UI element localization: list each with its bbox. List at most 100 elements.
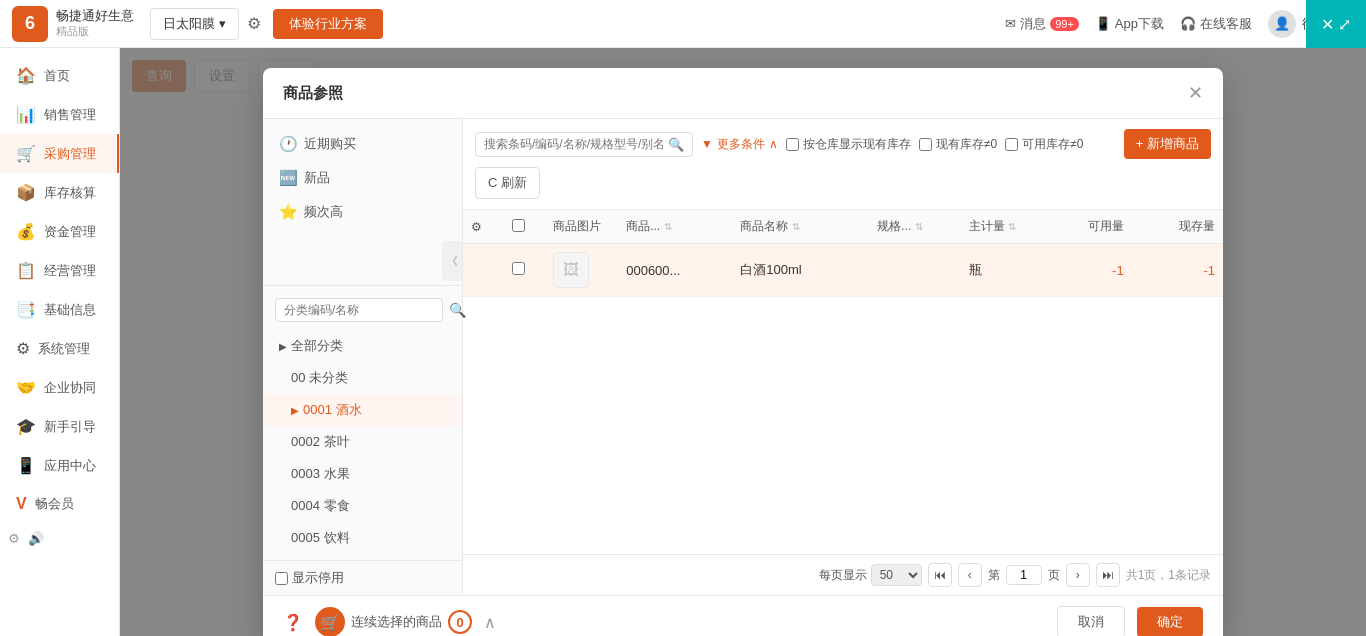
sidebar-item-enterprise[interactable]: 🤝 企业协同 — [0, 368, 119, 407]
filter-icon: ▼ — [701, 137, 713, 151]
th-spec[interactable]: 规格... ⇅ — [869, 210, 960, 244]
category-0003[interactable]: 0003 水果 — [263, 458, 462, 490]
th-stock: 现存量 — [1132, 210, 1223, 244]
guide-icon: 🎓 — [16, 417, 36, 436]
warehouse-checkbox[interactable] — [786, 138, 799, 151]
sidebar-item-basic[interactable]: 📑 基础信息 — [0, 290, 119, 329]
category-00-label: 00 未分类 — [291, 369, 348, 387]
table-row[interactable]: 🖼 000600... 白酒100ml 瓶 -1 — [463, 244, 1223, 297]
sidebar-item-inventory[interactable]: 📦 库存核算 — [0, 173, 119, 212]
sidebar-item-purchase[interactable]: 🛒 采购管理 — [0, 134, 119, 173]
volume-icon[interactable]: 🔊 — [28, 531, 44, 546]
message-icon: ✉ — [1005, 16, 1016, 31]
sidebar-item-finance[interactable]: 💰 资金管理 — [0, 212, 119, 251]
th-check[interactable] — [504, 210, 545, 244]
category-0002[interactable]: 0002 茶叶 — [263, 426, 462, 458]
avail-nonzero-checkbox[interactable] — [1005, 138, 1018, 151]
category-0005[interactable]: 0005 饮料 — [263, 522, 462, 554]
sidebar-item-guide[interactable]: 🎓 新手引导 — [0, 407, 119, 446]
app-download-item[interactable]: 📱 App下载 — [1095, 15, 1164, 33]
th-name[interactable]: 商品名称 ⇅ — [732, 210, 869, 244]
category-00[interactable]: 00 未分类 — [263, 362, 462, 394]
cart-label: 连续选择的商品 — [351, 613, 442, 631]
cancel-button[interactable]: 取消 — [1057, 606, 1125, 636]
row-checkbox[interactable] — [512, 262, 525, 275]
last-page-button[interactable]: ⏭ — [1096, 563, 1120, 587]
select-all-checkbox[interactable] — [512, 219, 525, 232]
first-page-button[interactable]: ⏮ — [928, 563, 952, 587]
message-item[interactable]: ✉ 消息 99+ — [1005, 15, 1079, 33]
basic-icon: 📑 — [16, 300, 36, 319]
sales-icon: 📊 — [16, 105, 36, 124]
th-settings[interactable]: ⚙ — [463, 210, 504, 244]
nav-new[interactable]: 🆕 新品 — [263, 161, 462, 195]
logo-icon: 6 — [12, 6, 48, 42]
check-stock-nonzero[interactable]: 现有库存≠0 — [919, 136, 997, 153]
teal-expand-icon[interactable]: ⤢ — [1338, 15, 1351, 34]
collapse-area: 《 — [263, 237, 462, 281]
display-disabled-checkbox[interactable] — [275, 572, 288, 585]
sidebar-item-operations[interactable]: 📋 经营管理 — [0, 251, 119, 290]
settings-bottom-icon[interactable]: ⚙ — [8, 531, 20, 546]
new-icon: 🆕 — [279, 169, 298, 187]
footer-collapse-icon[interactable]: ∧ — [484, 613, 496, 632]
modal-overlay: 商品参照 ✕ 🕐 近期购买 🆕 — [120, 48, 1366, 636]
sidebar-label-finance: 资金管理 — [44, 223, 96, 241]
refresh-button[interactable]: C 刷新 — [475, 167, 540, 199]
help-icon[interactable]: ❓ — [283, 613, 303, 632]
check-avail-nonzero[interactable]: 可用库存≠0 — [1005, 136, 1083, 153]
category-search-input[interactable] — [275, 298, 443, 322]
category-0001[interactable]: ▶ 0001 酒水 — [263, 394, 462, 426]
category-0001-label: 0001 酒水 — [303, 401, 362, 419]
sidebar-label-sales: 销售管理 — [44, 106, 96, 124]
sidebar-item-sales[interactable]: 📊 销售管理 — [0, 95, 119, 134]
row-stock: -1 — [1132, 244, 1223, 297]
page-label: 第 — [988, 567, 1000, 584]
row-settings — [463, 244, 504, 297]
finance-icon: 💰 — [16, 222, 36, 241]
row-check[interactable] — [504, 244, 545, 297]
per-page-dropdown[interactable]: 50 100 200 — [871, 564, 922, 586]
nav-recent[interactable]: 🕐 近期购买 — [263, 127, 462, 161]
product-search-bar: 🔍 — [475, 132, 693, 157]
modal-close-button[interactable]: ✕ — [1188, 82, 1203, 104]
modal-title: 商品参照 — [283, 84, 343, 103]
sidebar-item-appstore[interactable]: 📱 应用中心 — [0, 446, 119, 485]
stock-nonzero-checkbox[interactable] — [919, 138, 932, 151]
sidebar-item-vip[interactable]: V 畅会员 — [0, 485, 119, 523]
next-page-button[interactable]: › — [1066, 563, 1090, 587]
sidebar-item-system[interactable]: ⚙ 系统管理 — [0, 329, 119, 368]
th-unit[interactable]: 主计量 ⇅ — [961, 210, 1041, 244]
add-product-button[interactable]: + 新增商品 — [1124, 129, 1211, 159]
row-name: 白酒100ml — [732, 244, 869, 297]
modal-toolbar: 🔍 ▼ 更多条件 ∧ 按仓库显示现有库存 — [463, 119, 1223, 210]
prev-page-button[interactable]: ‹ — [958, 563, 982, 587]
category-all[interactable]: ▶ 全部分类 — [263, 330, 462, 362]
page-number-input[interactable] — [1006, 565, 1042, 585]
cart-icon[interactable]: 🛒 — [315, 607, 345, 636]
product-search-input[interactable] — [484, 137, 664, 151]
frequent-icon: ⭐ — [279, 203, 298, 221]
modal-header: 商品参照 ✕ — [263, 68, 1223, 119]
sidebar-label-enterprise: 企业协同 — [44, 379, 96, 397]
check-warehouse[interactable]: 按仓库显示现有库存 — [786, 136, 911, 153]
category-all-label: 全部分类 — [291, 337, 343, 355]
sidebar-item-home[interactable]: 🏠 首页 — [0, 56, 119, 95]
category-search-box: 🔍 — [263, 290, 462, 330]
sort-icon-unit: ⇅ — [1008, 221, 1016, 232]
confirm-button[interactable]: 确定 — [1137, 607, 1203, 636]
nav-dropdown[interactable]: 日太阳膜 ▾ — [150, 8, 239, 40]
category-0004[interactable]: 0004 零食 — [263, 490, 462, 522]
modal-pagination: 每页显示 50 100 200 ⏮ ‹ 第 页 — [463, 554, 1223, 595]
filter-button[interactable]: ▼ 更多条件 ∧ — [701, 136, 778, 153]
sidebar-label-basic: 基础信息 — [44, 301, 96, 319]
th-code[interactable]: 商品... ⇅ — [618, 210, 732, 244]
category-0005-label: 0005 饮料 — [291, 529, 350, 547]
exp-button[interactable]: 体验行业方案 — [273, 9, 383, 39]
gear-icon[interactable]: ⚙ — [247, 14, 261, 33]
online-service-item[interactable]: 🎧 在线客服 — [1180, 15, 1252, 33]
collapse-button[interactable]: 《 — [442, 241, 462, 281]
nav-frequent[interactable]: ⭐ 频次高 — [263, 195, 462, 229]
category-0003-label: 0003 水果 — [291, 465, 350, 483]
teal-close-icon[interactable]: ✕ — [1321, 15, 1334, 34]
